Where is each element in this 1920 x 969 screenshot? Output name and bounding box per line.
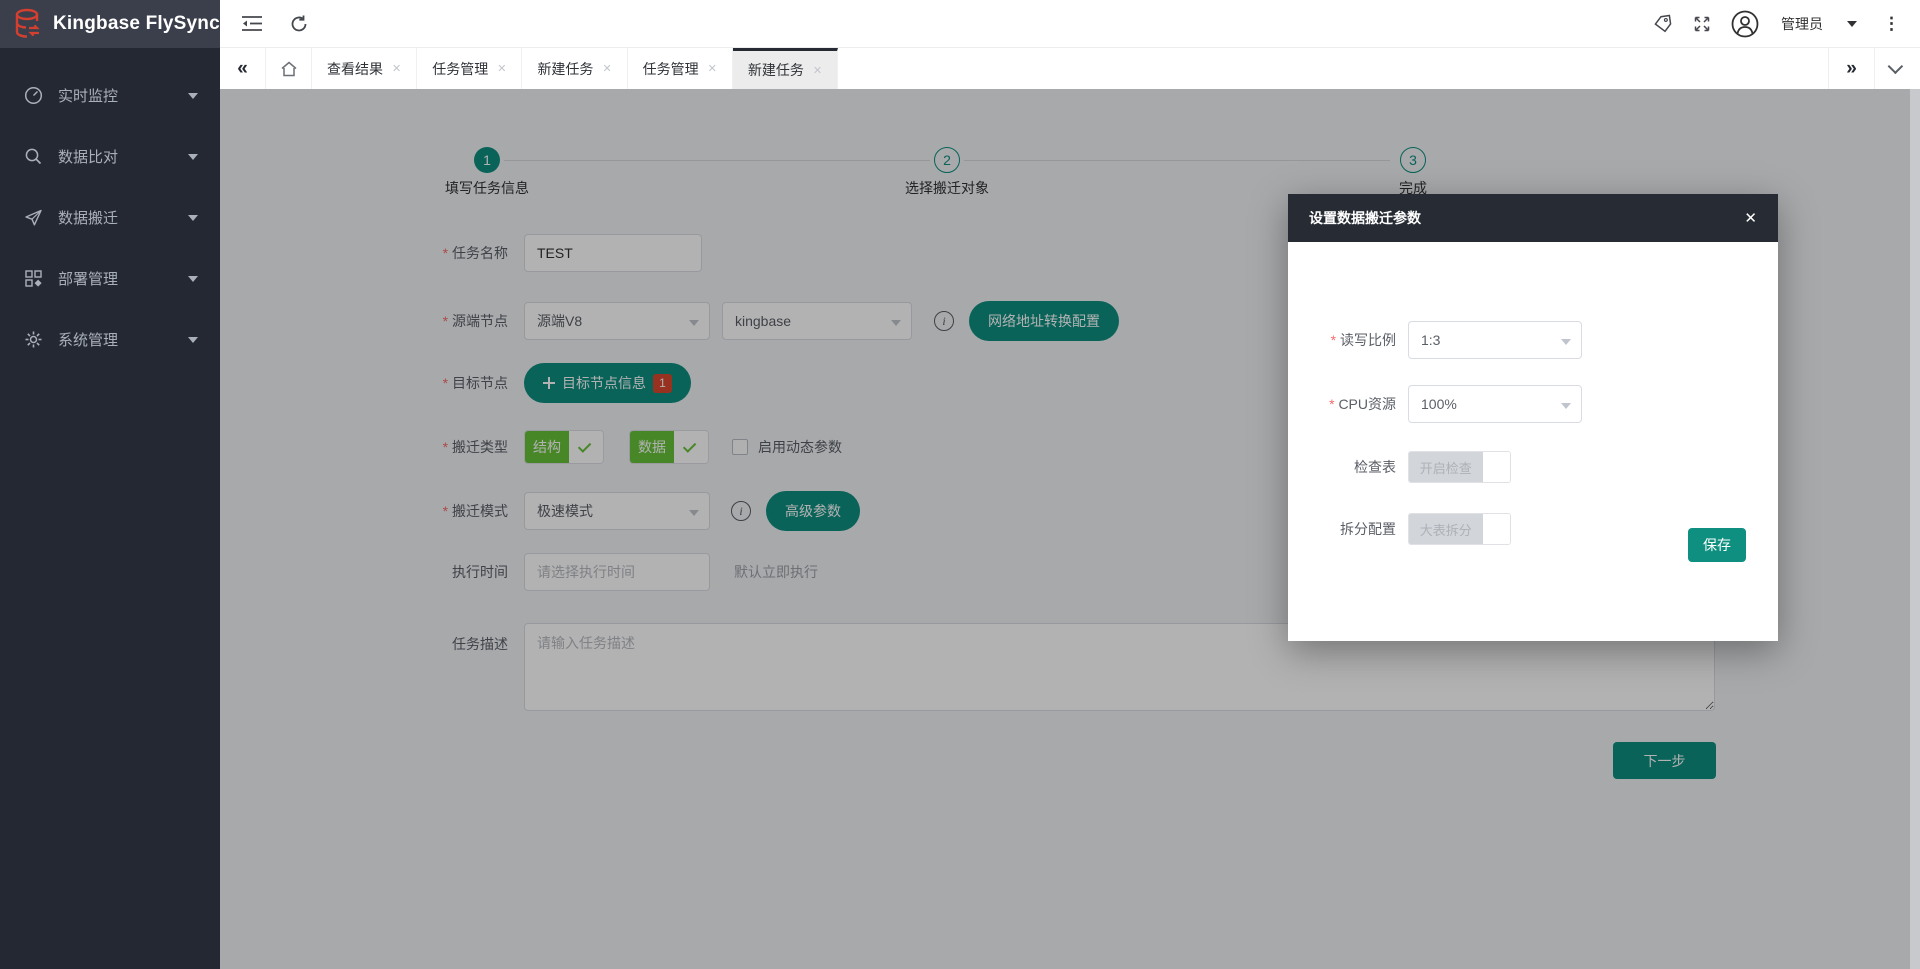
chevron-down-icon (188, 275, 198, 282)
deploy-icon (24, 269, 43, 288)
double-chevron-right-icon: » (1846, 58, 1857, 79)
tab-label: 新建任务 (537, 60, 594, 77)
scrollbar-track[interactable] (1910, 89, 1920, 969)
system-icon (24, 330, 43, 349)
check-table-label: 检查表 (1354, 459, 1396, 475)
close-icon[interactable]: ✕ (1744, 209, 1757, 227)
tab-new-task-1[interactable]: 新建任务 ✕ (522, 48, 628, 89)
close-icon[interactable]: ✕ (813, 64, 822, 77)
refresh-icon[interactable] (290, 15, 308, 33)
double-chevron-left-icon: « (237, 58, 248, 79)
close-icon[interactable]: ✕ (497, 62, 506, 75)
sidebar-item-label: 实时监控 (58, 88, 119, 105)
tabs-menu-button[interactable] (1874, 48, 1920, 89)
chevron-down-icon (188, 92, 198, 99)
topbar: 管理员 ⋮ (220, 0, 1920, 48)
database-sync-logo-icon (13, 8, 43, 40)
chevron-down-icon (1887, 58, 1904, 75)
dialog-row-split-config: 拆分配置 大表拆分 (1292, 513, 1511, 545)
fullscreen-icon[interactable] (1693, 15, 1711, 33)
chevron-down-icon (1561, 339, 1571, 345)
rw-ratio-label: 读写比例 (1292, 330, 1396, 350)
tab-task-management-1[interactable]: 任务管理 ✕ (417, 48, 523, 89)
sidebar-item-system-management[interactable]: 系统管理 (0, 309, 220, 370)
main-content: 1 2 3 填写任务信息 选择搬迁对象 完成 任务名称 源端节点 源端V8 ki… (220, 89, 1920, 969)
sidebar-item-data-compare[interactable]: 数据比对 (0, 126, 220, 187)
chevron-down-icon (188, 214, 198, 221)
chevron-down-icon (188, 336, 198, 343)
close-icon[interactable]: ✕ (602, 62, 611, 75)
migration-params-dialog: 设置数据搬迁参数 ✕ 读写比例 1:3 CPU资源 100% 检查表 开启检查 (1288, 194, 1778, 641)
home-tab-button[interactable] (266, 48, 312, 89)
monitor-icon (24, 86, 43, 105)
chevron-down-icon (1561, 403, 1571, 409)
chevron-down-icon (188, 153, 198, 160)
split-config-toggle[interactable]: 大表拆分 (1408, 513, 1511, 545)
tabbar-spacer (838, 48, 1828, 89)
sidebar: Kingbase FlySync 实时监控 数据比对 数据搬迁 部署管理 系统管… (0, 0, 220, 969)
dialog-row-cpu: CPU资源 100% (1292, 385, 1582, 423)
dialog-row-check-table: 检查表 开启检查 (1292, 451, 1511, 483)
check-table-toggle[interactable]: 开启检查 (1408, 451, 1511, 483)
cpu-label: CPU资源 (1292, 394, 1396, 414)
cpu-select[interactable]: 100% (1408, 385, 1582, 423)
chevron-down-icon[interactable] (1847, 20, 1857, 27)
menu-fold-icon[interactable] (242, 15, 262, 32)
sidebar-item-realtime-monitor[interactable]: 实时监控 (0, 65, 220, 126)
close-icon[interactable]: ✕ (708, 62, 717, 75)
dialog-row-rw-ratio: 读写比例 1:3 (1292, 321, 1582, 359)
tab-label: 任务管理 (432, 60, 489, 77)
tab-view-results[interactable]: 查看结果 ✕ (312, 48, 418, 89)
sidebar-menu: 实时监控 数据比对 数据搬迁 部署管理 系统管理 (0, 48, 220, 370)
toggle-knob (1482, 452, 1510, 482)
app-window: Kingbase FlySync 实时监控 数据比对 数据搬迁 部署管理 系统管… (0, 0, 1920, 969)
tab-label: 新建任务 (747, 62, 804, 78)
migrate-icon (24, 208, 43, 227)
app-logo: Kingbase FlySync (0, 0, 220, 48)
username-label[interactable]: 管理员 (1781, 14, 1823, 34)
app-title: Kingbase FlySync (53, 13, 220, 34)
dialog-title: 设置数据搬迁参数 (1309, 210, 1421, 226)
tabs-scroll-left-button[interactable]: « (220, 48, 266, 89)
save-button[interactable]: 保存 (1688, 528, 1746, 562)
sidebar-item-label: 部署管理 (58, 271, 119, 288)
kebab-menu-icon[interactable]: ⋮ (1883, 14, 1900, 34)
sidebar-item-label: 系统管理 (58, 332, 119, 349)
sidebar-item-deploy-management[interactable]: 部署管理 (0, 248, 220, 309)
home-icon (280, 60, 298, 78)
tab-label: 任务管理 (642, 60, 699, 77)
dialog-header: 设置数据搬迁参数 ✕ (1288, 194, 1778, 242)
split-config-label: 拆分配置 (1340, 521, 1396, 537)
compare-icon (24, 147, 43, 166)
toggle-knob (1482, 514, 1510, 544)
tag-icon[interactable] (1653, 14, 1673, 34)
tab-label: 查看结果 (327, 60, 383, 77)
tab-task-management-2[interactable]: 任务管理 ✕ (628, 48, 733, 89)
tab-new-task-2-active[interactable]: 新建任务 ✕ (732, 48, 839, 89)
sidebar-item-label: 数据搬迁 (58, 210, 119, 227)
tabbar: « 查看结果 ✕ 任务管理 ✕ 新建任务 ✕ 任务管理 ✕ 新建任务 ✕ » (220, 48, 1920, 89)
sidebar-item-data-migration[interactable]: 数据搬迁 (0, 187, 220, 248)
sidebar-item-label: 数据比对 (58, 149, 119, 166)
rw-ratio-select[interactable]: 1:3 (1408, 321, 1582, 359)
close-icon[interactable]: ✕ (392, 62, 401, 75)
tabs-scroll-right-button[interactable]: » (1828, 48, 1874, 89)
avatar[interactable] (1731, 10, 1759, 38)
